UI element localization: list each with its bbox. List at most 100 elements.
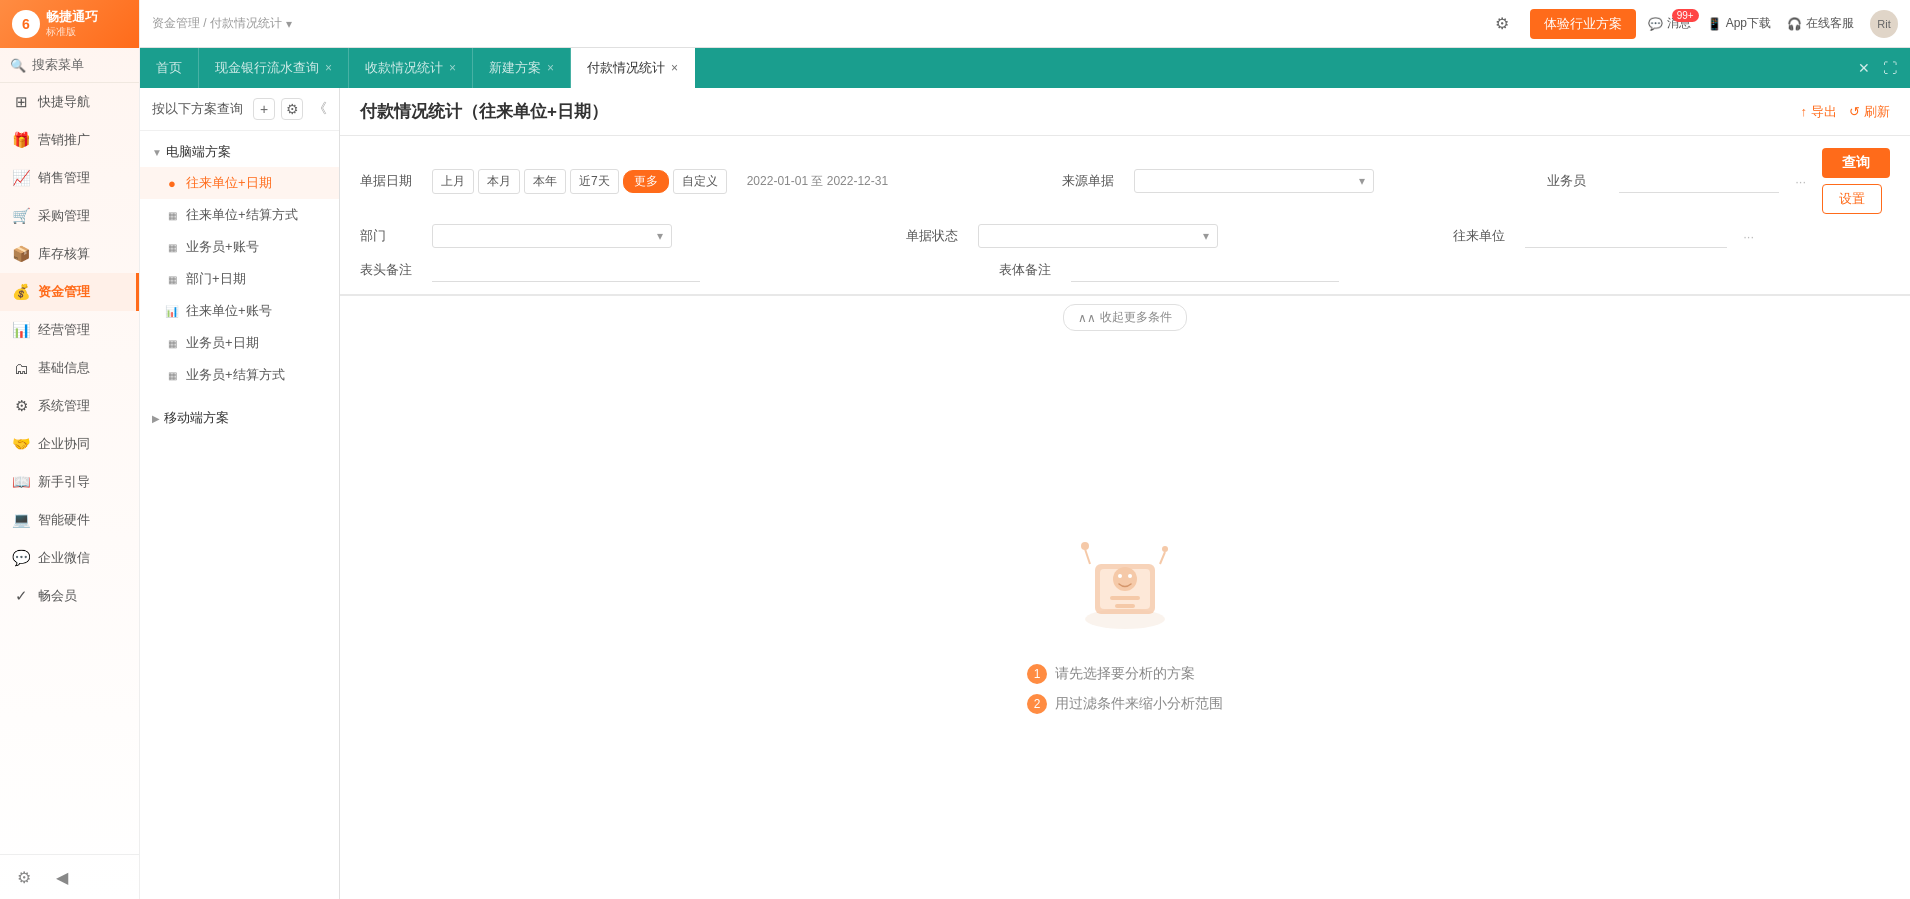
sidebar-item-enterprise[interactable]: 🤝 企业协同 bbox=[0, 425, 139, 463]
unit-input-more[interactable]: ··· bbox=[1743, 229, 1754, 244]
voucher-status-label: 单据状态 bbox=[906, 227, 962, 245]
tab-maximize-btn[interactable]: ⛶ bbox=[1878, 56, 1902, 80]
staff-input[interactable] bbox=[1619, 169, 1779, 193]
sales-icon: 📈 bbox=[12, 169, 30, 187]
collapse-conditions-btn[interactable]: ∧∧ 收起更多条件 bbox=[1063, 304, 1187, 331]
dept-select[interactable]: ▾ bbox=[432, 224, 672, 248]
scheme-icon-1: ▦ bbox=[164, 207, 180, 223]
scheme-item-unit-settle[interactable]: ▦ 往来单位+结算方式 bbox=[140, 199, 339, 231]
settings-gear-btn[interactable]: ⚙ bbox=[1488, 10, 1516, 38]
messages-btn[interactable]: 💬 消息 99+ bbox=[1648, 15, 1691, 32]
mobile-scheme-section: ▶ 移动端方案 bbox=[140, 397, 339, 439]
guide-icon: 📖 bbox=[12, 473, 30, 491]
tab-close-receipt[interactable]: × bbox=[449, 61, 456, 75]
sidebar-collapse-btn[interactable]: ◀ bbox=[48, 863, 76, 891]
tab-close-cash-flow[interactable]: × bbox=[325, 61, 332, 75]
header-note-label: 表头备注 bbox=[360, 261, 416, 279]
mobile-section-arrow: ▶ bbox=[152, 413, 160, 424]
tab-close-window-btn[interactable]: ✕ bbox=[1852, 56, 1876, 80]
member-icon: ✓ bbox=[12, 587, 30, 605]
filter-settings-btn[interactable]: 设置 bbox=[1822, 184, 1882, 214]
sidebar-item-finance[interactable]: 💰 资金管理 bbox=[0, 273, 139, 311]
sidebar-item-purchase[interactable]: 🛒 采购管理 bbox=[0, 197, 139, 235]
empty-illustration bbox=[1065, 524, 1185, 644]
scheme-item-unit-date[interactable]: ● 往来单位+日期 bbox=[140, 167, 339, 199]
date-buttons: 上月 本月 本年 近7天 更多 自定义 bbox=[432, 169, 727, 194]
left-panel-collapse-btn[interactable]: 《 bbox=[313, 100, 327, 118]
pc-section-title[interactable]: ▼ 电脑端方案 bbox=[140, 137, 339, 167]
unit-input[interactable] bbox=[1525, 224, 1727, 248]
user-avatar[interactable]: Rit bbox=[1870, 10, 1898, 38]
scheme-item-staff-account[interactable]: ▦ 业务员+账号 bbox=[140, 231, 339, 263]
pc-scheme-section: ▼ 电脑端方案 ● 往来单位+日期 ▦ 往来单位+结算方式 ▦ 业务员+账号 ▦ bbox=[140, 131, 339, 397]
sidebar-item-wechat[interactable]: 💬 企业微信 bbox=[0, 539, 139, 577]
sidebar-item-inventory[interactable]: 📦 库存核算 bbox=[0, 235, 139, 273]
add-scheme-btn[interactable]: + bbox=[253, 98, 275, 120]
scheme-item-unit-account[interactable]: 📊 往来单位+账号 bbox=[140, 295, 339, 327]
sidebar-item-basic[interactable]: 🗂 基础信息 bbox=[0, 349, 139, 387]
trial-btn[interactable]: 体验行业方案 bbox=[1530, 9, 1636, 39]
sidebar-item-guide[interactable]: 📖 新手引导 bbox=[0, 463, 139, 501]
date-btn-custom[interactable]: 自定义 bbox=[673, 169, 727, 194]
scheme-icon-5: ▦ bbox=[164, 335, 180, 351]
refresh-btn[interactable]: ↺ 刷新 bbox=[1849, 103, 1890, 121]
voucher-status-select[interactable]: ▾ bbox=[978, 224, 1218, 248]
sidebar-item-member[interactable]: ✓ 畅会员 bbox=[0, 577, 139, 615]
sidebar-item-hardware[interactable]: 💻 智能硬件 bbox=[0, 501, 139, 539]
sidebar-item-operation[interactable]: 📊 经营管理 bbox=[0, 311, 139, 349]
query-btn[interactable]: 查询 bbox=[1822, 148, 1890, 178]
tab-close-payment[interactable]: × bbox=[671, 61, 678, 75]
staff-input-more[interactable]: ··· bbox=[1795, 174, 1806, 189]
scheme-settings-btn[interactable]: ⚙ bbox=[281, 98, 303, 120]
pc-section-arrow: ▼ bbox=[152, 147, 162, 158]
sidebar-item-system[interactable]: ⚙ 系统管理 bbox=[0, 387, 139, 425]
sidebar-item-sales[interactable]: 📈 销售管理 bbox=[0, 159, 139, 197]
mobile-section-title[interactable]: ▶ 移动端方案 bbox=[140, 403, 339, 433]
app-download-btn[interactable]: 📱 App下载 bbox=[1707, 15, 1771, 32]
svg-point-3 bbox=[1113, 567, 1137, 591]
date-btn-this-year[interactable]: 本年 bbox=[524, 169, 566, 194]
breadcrumb-dropdown-icon[interactable]: ▾ bbox=[286, 17, 292, 31]
tabs-spacer bbox=[695, 48, 1844, 88]
finance-icon: 💰 bbox=[12, 283, 30, 301]
date-btn-more[interactable]: 更多 bbox=[623, 170, 669, 193]
page-header-actions: ↑ 导出 ↺ 刷新 bbox=[1801, 103, 1891, 121]
tab-new-scheme[interactable]: 新建方案 × bbox=[473, 48, 571, 88]
source-filter-label: 来源单据 bbox=[1062, 172, 1118, 190]
scheme-item-staff-date[interactable]: ▦ 业务员+日期 bbox=[140, 327, 339, 359]
empty-state: 1 请先选择要分析的方案 2 用过滤条件来缩小分析范围 bbox=[340, 339, 1910, 899]
tab-receipt-stats[interactable]: 收款情况统计 × bbox=[349, 48, 473, 88]
phone-icon: 📱 bbox=[1707, 17, 1722, 31]
svg-line-8 bbox=[1085, 549, 1090, 564]
service-btn[interactable]: 🎧 在线客服 bbox=[1787, 15, 1854, 32]
tab-close-new-scheme[interactable]: × bbox=[547, 61, 554, 75]
sidebar-nav: ⊞ 快捷导航 🎁 营销推广 📈 销售管理 🛒 采购管理 📦 库存核算 💰 资金管… bbox=[0, 83, 139, 854]
svg-point-11 bbox=[1162, 546, 1168, 552]
tab-payment-stats[interactable]: 付款情况统计 × bbox=[571, 48, 695, 88]
sidebar-search[interactable]: 🔍 搜索菜单 bbox=[0, 48, 139, 83]
basic-icon: 🗂 bbox=[12, 359, 30, 377]
sidebar-item-quick-nav[interactable]: ⊞ 快捷导航 bbox=[0, 83, 139, 121]
date-btn-7days[interactable]: 近7天 bbox=[570, 169, 619, 194]
date-btn-last-month[interactable]: 上月 bbox=[432, 169, 474, 194]
tab-home[interactable]: 首页 bbox=[140, 48, 199, 88]
scheme-item-dept-date[interactable]: ▦ 部门+日期 bbox=[140, 263, 339, 295]
header-note-input[interactable] bbox=[432, 258, 700, 282]
system-icon: ⚙ bbox=[12, 397, 30, 415]
topbar-right: 💬 消息 99+ 📱 App下载 🎧 在线客服 Rit bbox=[1648, 10, 1898, 38]
sidebar-settings-btn[interactable]: ⚙ bbox=[10, 863, 38, 891]
date-filter-label: 单据日期 bbox=[360, 172, 416, 190]
date-btn-this-month[interactable]: 本月 bbox=[478, 169, 520, 194]
collapse-icon: ∧∧ bbox=[1078, 311, 1096, 325]
sidebar-footer: ⚙ ◀ bbox=[0, 854, 139, 899]
body-note-input[interactable] bbox=[1071, 258, 1339, 282]
wechat-icon: 💬 bbox=[12, 549, 30, 567]
svg-line-10 bbox=[1160, 552, 1165, 564]
export-btn[interactable]: ↑ 导出 bbox=[1801, 103, 1838, 121]
tab-cash-flow[interactable]: 现金银行流水查询 × bbox=[199, 48, 349, 88]
scheme-icon-4: 📊 bbox=[164, 303, 180, 319]
topbar-actions: ⚙ 体验行业方案 bbox=[1488, 9, 1636, 39]
source-select[interactable]: ▾ bbox=[1134, 169, 1374, 193]
scheme-item-staff-settle[interactable]: ▦ 业务员+结算方式 bbox=[140, 359, 339, 391]
sidebar-item-marketing[interactable]: 🎁 营销推广 bbox=[0, 121, 139, 159]
